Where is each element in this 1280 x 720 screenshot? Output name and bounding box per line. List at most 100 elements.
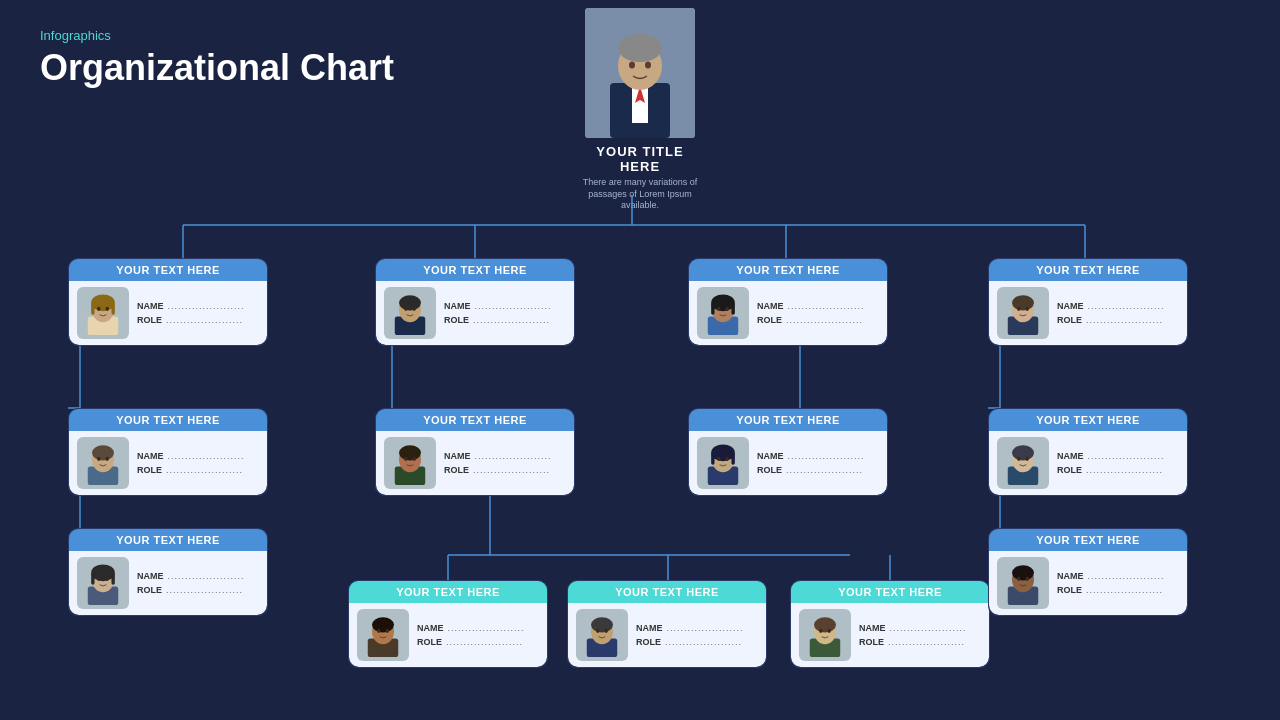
card-body-c9: NAME ...................... ROLE .......… [69,551,267,615]
person-info-c2: NAME ...................... ROLE .......… [444,301,552,325]
svg-point-62 [97,457,100,461]
svg-rect-48 [711,303,714,315]
svg-rect-35 [111,303,114,315]
role-row-c4: ROLE ...................... [1057,315,1165,325]
person-info-c4: NAME ...................... ROLE .......… [1057,301,1165,325]
name-label: NAME [137,571,164,581]
role-label: ROLE [859,637,884,647]
name-row-c12: NAME ...................... [859,623,967,633]
name-row-c6: NAME ...................... [444,451,552,461]
name-dots: ...................... [475,451,552,461]
name-label: NAME [757,451,784,461]
role-label: ROLE [1057,315,1082,325]
role-label: ROLE [1057,585,1082,595]
name-dots: ...................... [1088,301,1165,311]
name-label: NAME [444,451,471,461]
name-dots: ...................... [1088,451,1165,461]
svg-point-113 [1012,565,1034,580]
role-label: ROLE [757,315,782,325]
svg-rect-34 [91,303,94,315]
role-label: ROLE [444,465,469,475]
card-header-c12: YOUR TEXT HERE [791,581,989,603]
person-info-c12: NAME ...................... ROLE .......… [859,623,967,647]
org-card-c7: YOUR TEXT HERE NAME ....................… [688,408,888,496]
svg-point-114 [1017,577,1020,581]
person-info-c9: NAME ...................... ROLE .......… [137,571,245,595]
org-card-c6: YOUR TEXT HERE NAME ....................… [375,408,575,496]
card-body-c3: NAME ...................... ROLE .......… [689,281,887,345]
svg-point-109 [828,629,831,633]
card-header-c13: YOUR TEXT HERE [989,529,1187,551]
svg-rect-89 [111,573,114,585]
card-body-c2: NAME ...................... ROLE .......… [376,281,574,345]
person-info-c11: NAME ...................... ROLE .......… [636,623,744,647]
svg-point-67 [399,445,421,460]
name-dots: ...................... [448,623,525,633]
svg-point-82 [1017,457,1020,461]
svg-point-77 [726,457,729,461]
name-row-c2: NAME ...................... [444,301,552,311]
role-row-c3: ROLE ...................... [757,315,865,325]
org-card-c12: YOUR TEXT HERE NAME ....................… [790,580,990,668]
svg-point-41 [399,295,421,310]
top-node-title: YOUR TITLE HERE [575,144,705,174]
role-label: ROLE [636,637,661,647]
card-header-c5: YOUR TEXT HERE [69,409,267,431]
header-section: Infographics Organizational Chart [40,28,394,89]
svg-point-33 [91,294,115,311]
card-body-c8: NAME ...................... ROLE .......… [989,431,1187,495]
person-photo-c7 [697,437,749,489]
role-label: ROLE [1057,465,1082,475]
svg-point-73 [711,444,735,461]
svg-point-37 [106,307,109,311]
person-info-c6: NAME ...................... ROLE .......… [444,451,552,475]
svg-point-69 [413,457,416,461]
person-info-c1: NAME ...................... ROLE .......… [137,301,245,325]
name-dots: ...................... [788,451,865,461]
name-label: NAME [1057,571,1084,581]
org-card-c4: YOUR TEXT HERE NAME ....................… [988,258,1188,346]
svg-point-57 [1026,307,1029,311]
name-row-c8: NAME ...................... [1057,451,1165,461]
name-row-c4: NAME ...................... [1057,301,1165,311]
role-label: ROLE [137,315,162,325]
card-body-c6: NAME ...................... ROLE .......… [376,431,574,495]
svg-point-76 [717,457,720,461]
svg-point-50 [717,307,720,311]
role-dots: ...................... [888,637,965,647]
org-card-c13: YOUR TEXT HERE NAME ....................… [988,528,1188,616]
role-row-c2: ROLE ...................... [444,315,552,325]
org-card-c1: YOUR TEXT HERE NAME ....................… [68,258,268,346]
name-dots: ...................... [788,301,865,311]
person-photo-c9 [77,557,129,609]
role-row-c10: ROLE ...................... [417,637,525,647]
svg-rect-49 [731,303,734,315]
person-photo-c12 [799,609,851,661]
card-body-c10: NAME ...................... ROLE .......… [349,603,547,667]
svg-point-108 [819,629,822,633]
person-photo-c10 [357,609,409,661]
svg-point-61 [92,445,114,460]
person-photo-c11 [576,609,628,661]
name-row-c5: NAME ...................... [137,451,245,461]
name-label: NAME [137,451,164,461]
role-label: ROLE [137,465,162,475]
role-dots: ...................... [1086,315,1163,325]
role-dots: ...................... [473,315,550,325]
role-row-c13: ROLE ...................... [1057,585,1165,595]
card-body-c13: NAME ...................... ROLE .......… [989,551,1187,615]
svg-point-43 [413,307,416,311]
role-label: ROLE [757,465,782,475]
card-header-c8: YOUR TEXT HERE [989,409,1187,431]
svg-point-47 [711,294,735,311]
name-dots: ...................... [667,623,744,633]
role-dots: ...................... [473,465,550,475]
name-label: NAME [444,301,471,311]
card-header-c6: YOUR TEXT HERE [376,409,574,431]
name-row-c10: NAME ...................... [417,623,525,633]
role-label: ROLE [444,315,469,325]
card-header-c11: YOUR TEXT HERE [568,581,766,603]
card-header-c3: YOUR TEXT HERE [689,259,887,281]
svg-point-68 [404,457,407,461]
role-dots: ...................... [166,585,243,595]
